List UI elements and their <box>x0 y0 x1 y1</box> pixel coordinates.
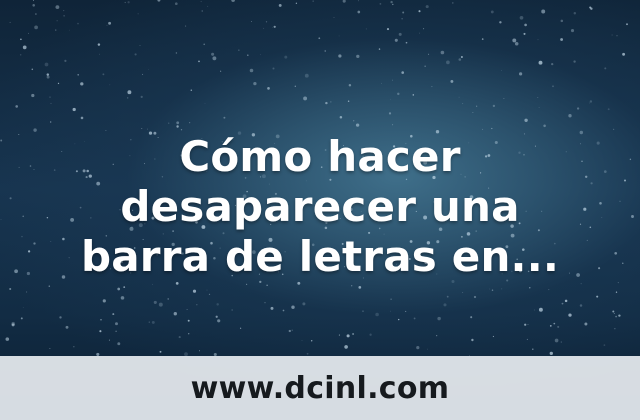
article-title-line-1: Cómo hacer <box>179 132 461 181</box>
site-url: www.dcinl.com <box>190 370 450 406</box>
footer-band: www.dcinl.com <box>0 356 640 420</box>
article-title: Cómo hacer desaparecer una barra de letr… <box>20 132 620 282</box>
article-title-line-2: desaparecer una <box>120 182 520 231</box>
article-thumbnail[interactable]: Cómo hacer desaparecer una barra de letr… <box>0 0 640 420</box>
article-title-line-3: barra de letras en... <box>80 232 560 281</box>
